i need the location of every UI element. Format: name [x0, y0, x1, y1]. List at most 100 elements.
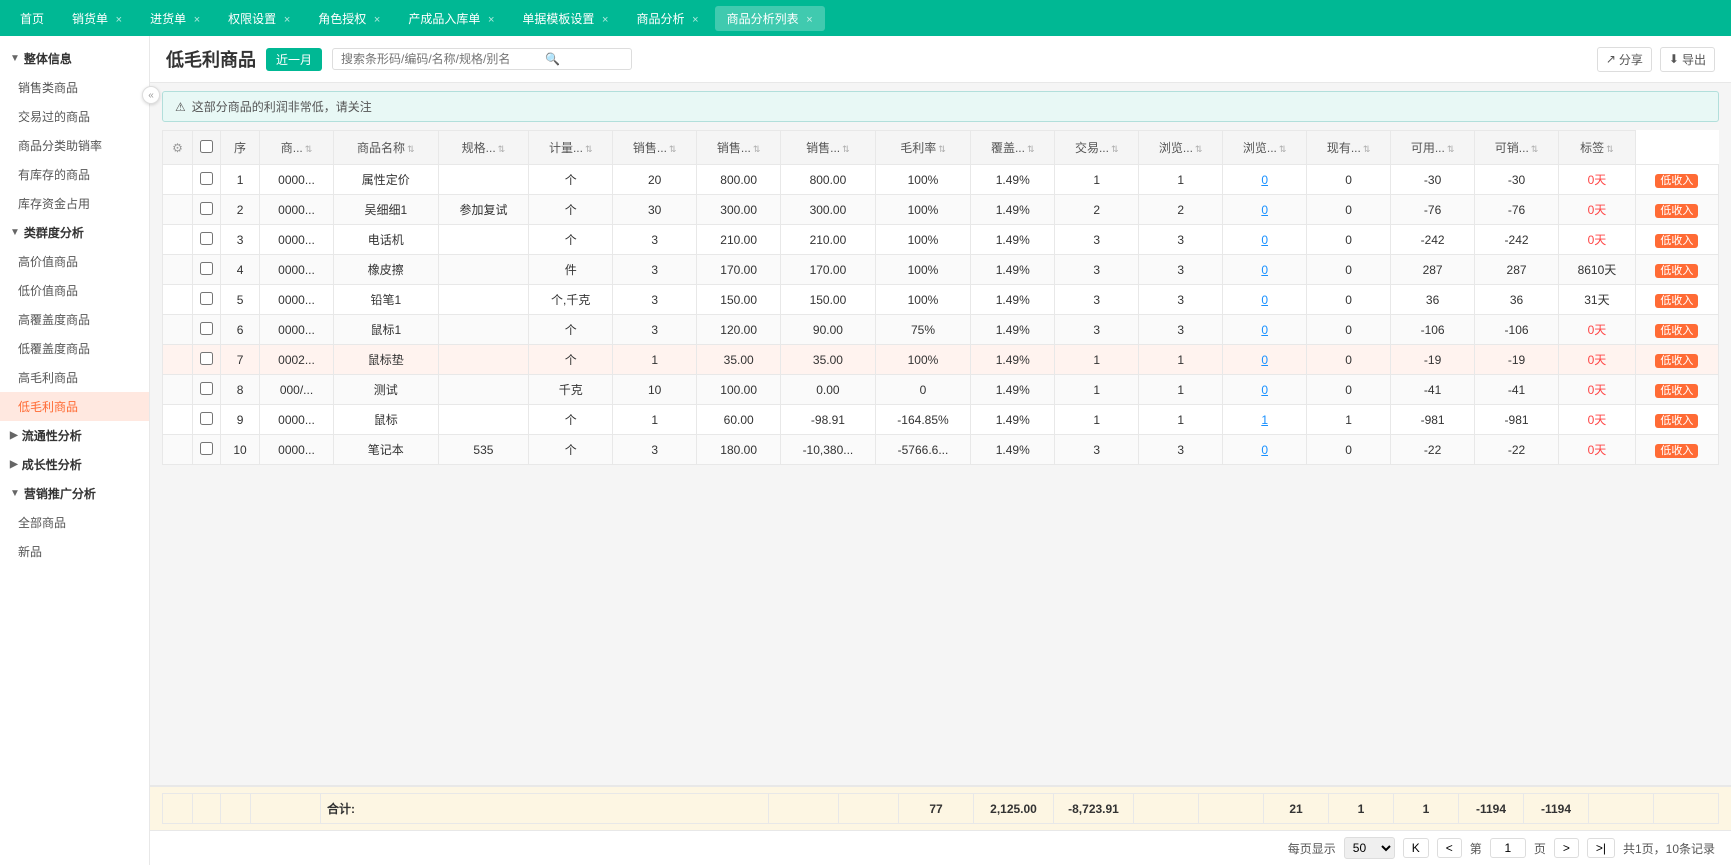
- select-all-header[interactable]: [193, 131, 221, 165]
- close-icon[interactable]: ×: [806, 14, 812, 26]
- row-checkbox[interactable]: [200, 322, 213, 335]
- sidebar-item-traded-goods[interactable]: 交易过的商品: [0, 102, 149, 131]
- row-browse1[interactable]: 0: [1223, 435, 1307, 465]
- close-icon[interactable]: ×: [284, 14, 290, 26]
- sidebar-group-marketing[interactable]: ▼ 营销推广分析: [0, 479, 149, 508]
- row-browse1[interactable]: 0: [1223, 165, 1307, 195]
- last-page-button[interactable]: >|: [1587, 838, 1615, 858]
- close-icon[interactable]: ×: [602, 14, 608, 26]
- row-checkbox[interactable]: [200, 292, 213, 305]
- row-browse1[interactable]: 0: [1223, 285, 1307, 315]
- row-checkbox[interactable]: [200, 382, 213, 395]
- row-browse1[interactable]: 0: [1223, 375, 1307, 405]
- sidebar-item-low-margin[interactable]: 低毛利商品: [0, 392, 149, 421]
- nav-item-home[interactable]: 首页: [8, 6, 56, 31]
- col-name[interactable]: 商品名称⇅: [333, 131, 438, 165]
- row-checkbox-cell[interactable]: [193, 225, 221, 255]
- sidebar-item-stock-goods[interactable]: 有库存的商品: [0, 160, 149, 189]
- row-checkbox-cell[interactable]: [193, 345, 221, 375]
- page-number-input[interactable]: [1490, 838, 1526, 858]
- close-icon[interactable]: ×: [488, 14, 494, 26]
- next-page-button[interactable]: >: [1554, 838, 1579, 858]
- col-available[interactable]: 可用...⇅: [1391, 131, 1475, 165]
- row-checkbox-cell[interactable]: [193, 375, 221, 405]
- search-icon[interactable]: 🔍: [545, 52, 560, 66]
- row-browse1[interactable]: 1: [1223, 405, 1307, 435]
- select-all-checkbox[interactable]: [200, 140, 213, 153]
- first-page-button[interactable]: K: [1403, 838, 1429, 858]
- row-browse1[interactable]: 0: [1223, 225, 1307, 255]
- row-checkbox[interactable]: [200, 352, 213, 365]
- close-icon[interactable]: ×: [116, 14, 122, 26]
- nav-item-analysis-list[interactable]: 商品分析列表 ×: [715, 6, 825, 31]
- col-trade[interactable]: 交易...⇅: [1055, 131, 1139, 165]
- col-no[interactable]: 序: [221, 131, 260, 165]
- settings-header[interactable]: ⚙: [163, 131, 193, 165]
- sidebar-item-sales-goods[interactable]: 销售类商品: [0, 73, 149, 102]
- row-checkbox[interactable]: [200, 412, 213, 425]
- col-saledays[interactable]: 可销...⇅: [1475, 131, 1559, 165]
- sidebar-item-high-margin[interactable]: 高毛利商品: [0, 363, 149, 392]
- nav-item-sales[interactable]: 销货单 ×: [60, 6, 134, 31]
- col-spec[interactable]: 规格...⇅: [438, 131, 529, 165]
- row-checkbox[interactable]: [200, 202, 213, 215]
- row-spec: [438, 315, 529, 345]
- row-browse1[interactable]: 0: [1223, 345, 1307, 375]
- row-checkbox[interactable]: [200, 442, 213, 455]
- sidebar-group-circulation[interactable]: ▶ 流通性分析: [0, 421, 149, 450]
- close-icon[interactable]: ×: [374, 14, 380, 26]
- row-checkbox-cell[interactable]: [193, 405, 221, 435]
- row-browse2: 0: [1307, 285, 1391, 315]
- per-page-select[interactable]: 50 100 200: [1344, 837, 1395, 859]
- col-tag[interactable]: 标签⇅: [1559, 131, 1636, 165]
- row-checkbox[interactable]: [200, 232, 213, 245]
- row-checkbox[interactable]: [200, 262, 213, 275]
- sidebar-item-low-value[interactable]: 低价值商品: [0, 276, 149, 305]
- sidebar-item-new-goods[interactable]: 新品: [0, 537, 149, 566]
- export-button[interactable]: ⬇ 导出: [1660, 47, 1715, 72]
- search-input[interactable]: [341, 52, 541, 66]
- nav-item-product[interactable]: 产成品入库单 ×: [396, 6, 506, 31]
- nav-item-permission[interactable]: 权限设置 ×: [216, 6, 302, 31]
- row-checkbox-cell[interactable]: [193, 315, 221, 345]
- row-browse1[interactable]: 0: [1223, 315, 1307, 345]
- nav-item-purchase[interactable]: 进货单 ×: [138, 6, 212, 31]
- row-checkbox-cell[interactable]: [193, 435, 221, 465]
- nav-item-template[interactable]: 单据模板设置 ×: [510, 6, 620, 31]
- close-icon[interactable]: ×: [692, 14, 698, 26]
- col-gross[interactable]: 覆盖...⇅: [971, 131, 1055, 165]
- nav-item-analysis[interactable]: 商品分析 ×: [624, 6, 710, 31]
- sidebar-group-growth[interactable]: ▶ 成长性分析: [0, 450, 149, 479]
- col-browse2[interactable]: 浏览...⇅: [1223, 131, 1307, 165]
- collapse-sidebar-button[interactable]: «: [142, 86, 160, 104]
- col-browse1[interactable]: 浏览...⇅: [1139, 131, 1223, 165]
- sidebar-group-overall[interactable]: ▼ 整体信息: [0, 44, 149, 73]
- sidebar-item-low-coverage[interactable]: 低覆盖度商品: [0, 334, 149, 363]
- col-price1[interactable]: 销售...⇅: [697, 131, 781, 165]
- col-current[interactable]: 现有...⇅: [1307, 131, 1391, 165]
- row-browse1[interactable]: 0: [1223, 255, 1307, 285]
- col-unit[interactable]: 计量...⇅: [529, 131, 613, 165]
- filter-button[interactable]: 近一月: [266, 48, 322, 71]
- row-browse1[interactable]: 0: [1223, 195, 1307, 225]
- sidebar-item-high-coverage[interactable]: 高覆盖度商品: [0, 305, 149, 334]
- col-price2[interactable]: 销售...⇅: [781, 131, 876, 165]
- col-rate[interactable]: 毛利率⇅: [875, 131, 971, 165]
- close-icon[interactable]: ×: [194, 14, 200, 26]
- sidebar-item-stock-capital[interactable]: 库存资金占用: [0, 189, 149, 218]
- row-checkbox-cell[interactable]: [193, 195, 221, 225]
- row-checkbox[interactable]: [200, 172, 213, 185]
- row-checkbox-cell[interactable]: [193, 165, 221, 195]
- col-code[interactable]: 商...⇅: [260, 131, 334, 165]
- row-checkbox-cell[interactable]: [193, 285, 221, 315]
- sidebar-item-all-goods[interactable]: 全部商品: [0, 508, 149, 537]
- sidebar-group-cluster[interactable]: ▼ 类群度分析: [0, 218, 149, 247]
- row-checkbox-cell[interactable]: [193, 255, 221, 285]
- share-button[interactable]: ↗ 分享: [1597, 47, 1652, 72]
- row-cover: 2: [1055, 195, 1139, 225]
- col-qty[interactable]: 销售...⇅: [613, 131, 697, 165]
- sidebar-item-category-rate[interactable]: 商品分类助销率: [0, 131, 149, 160]
- nav-item-role[interactable]: 角色授权 ×: [306, 6, 392, 31]
- prev-page-button[interactable]: <: [1437, 838, 1462, 858]
- sidebar-item-high-value[interactable]: 高价值商品: [0, 247, 149, 276]
